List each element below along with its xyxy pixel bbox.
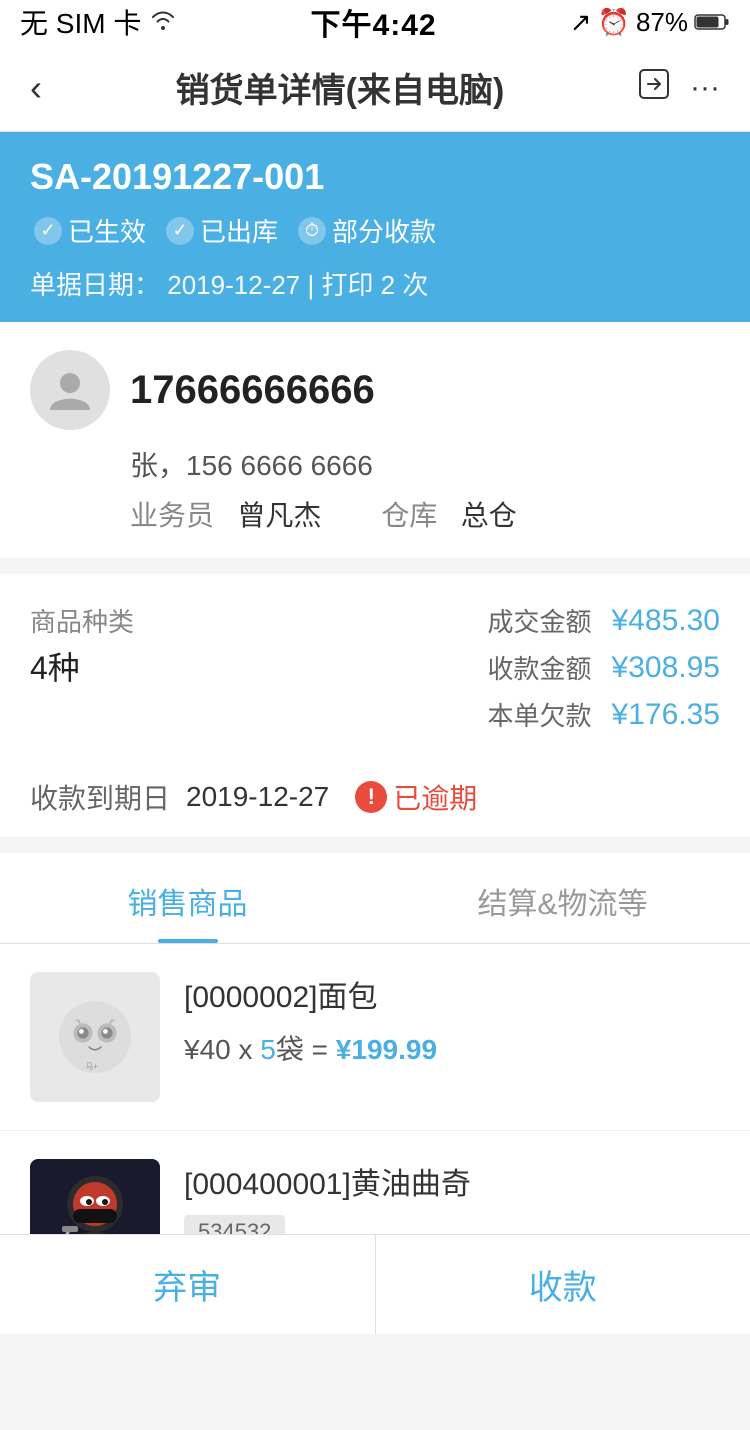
- product-price-1: ¥40 x 5袋 = ¥199.99: [184, 1028, 720, 1068]
- alarm-icon: ⏰: [598, 7, 630, 38]
- eq-1: =: [304, 1034, 336, 1065]
- check-icon-2: ✓: [166, 217, 194, 245]
- date-label: 单据日期：: [30, 270, 160, 300]
- due-date-value: 2019-12-27: [186, 781, 329, 813]
- battery-icon: [694, 7, 730, 38]
- reject-button[interactable]: 弃审: [0, 1235, 376, 1334]
- print-info: | 打印 2 次: [307, 270, 428, 300]
- deal-value: ¥485.30: [612, 604, 720, 638]
- product-item-1: 马+ [0000002]面包 ¥40 x 5袋 = ¥199.99: [0, 944, 750, 1131]
- customer-meta: 业务员 曾凡杰 仓库 总仓: [130, 494, 720, 534]
- salesperson-label: 业务员 曾凡杰: [130, 494, 321, 534]
- category-label: 商品种类: [30, 602, 134, 639]
- svg-text:马+: 马+: [85, 1062, 98, 1071]
- date-value: 2019-12-27: [167, 270, 300, 300]
- more-button[interactable]: ···: [690, 71, 720, 105]
- overdue-icon: !: [355, 781, 387, 813]
- product-info-1: [0000002]面包 ¥40 x 5袋 = ¥199.99: [184, 972, 720, 1102]
- battery-text: 87%: [636, 7, 688, 38]
- customer-phone: 17666666666: [130, 368, 375, 413]
- status-left: 无 SIM 卡: [20, 2, 177, 42]
- badge-shipped: ✓ 已出库: [166, 212, 278, 249]
- customer-contact: 张，156 6666 6666: [130, 444, 720, 484]
- header-date: 单据日期： 2019-12-27 | 打印 2 次: [30, 265, 720, 302]
- stats-section: 商品种类 4种 成交金额 ¥485.30 收款金额 ¥308.95 本单欠款 ¥…: [0, 574, 750, 757]
- tabs-header: 销售商品 结算&物流等: [0, 853, 750, 944]
- received-row: 收款金额 ¥308.95: [462, 649, 720, 686]
- category-value: 4种: [30, 643, 134, 689]
- wifi-icon: [149, 6, 177, 38]
- thumb-placeholder-1: 马+: [30, 972, 160, 1102]
- badge-effective-label: 已生效: [68, 212, 146, 249]
- qty-1: 5: [260, 1034, 276, 1065]
- tab-settlement[interactable]: 结算&物流等: [375, 853, 750, 943]
- badge-partial: ⏱ 部分收款: [298, 212, 436, 249]
- header-banner: SA-20191227-001 ✓ 已生效 ✓ 已出库 ⏱ 部分收款 单据日期：…: [0, 132, 750, 322]
- page-title: 销货单详情(来自电脑): [176, 63, 505, 112]
- badge-partial-label: 部分收款: [332, 212, 436, 249]
- order-id: SA-20191227-001: [30, 156, 720, 198]
- header-badges: ✓ 已生效 ✓ 已出库 ⏱ 部分收款: [34, 212, 720, 249]
- location-icon: ↗: [570, 7, 592, 38]
- deal-row: 成交金额 ¥485.30: [462, 602, 720, 639]
- due-section: 收款到期日 2019-12-27 ! 已逾期: [0, 757, 750, 837]
- receive-payment-button[interactable]: 收款: [376, 1235, 750, 1334]
- due-date-label: 收款到期日: [30, 777, 170, 817]
- status-bar: 无 SIM 卡 下午4:42 ↗ ⏰ 87%: [0, 0, 750, 44]
- check-icon-1: ✓: [34, 217, 62, 245]
- status-time: 下午4:42: [311, 0, 437, 44]
- unit-1: 袋: [276, 1034, 304, 1065]
- received-label: 收款金额: [462, 649, 592, 686]
- nav-bar: ‹ 销货单详情(来自电脑) ···: [0, 44, 750, 132]
- tab-sales-products[interactable]: 销售商品: [0, 853, 375, 943]
- customer-top: 17666666666: [30, 350, 720, 430]
- received-value: ¥308.95: [612, 651, 720, 685]
- share-button[interactable]: [638, 68, 670, 108]
- debt-label: 本单欠款: [462, 696, 592, 733]
- deal-label: 成交金额: [462, 602, 592, 639]
- back-button[interactable]: ‹: [30, 67, 42, 109]
- badge-effective: ✓ 已生效: [34, 212, 146, 249]
- stats-amounts: 成交金额 ¥485.30 收款金额 ¥308.95 本单欠款 ¥176.35: [462, 602, 720, 733]
- customer-section: 17666666666 张，156 6666 6666 业务员 曾凡杰 仓库 总…: [0, 322, 750, 558]
- warehouse-label: 仓库 总仓: [381, 494, 516, 534]
- debt-row: 本单欠款 ¥176.35: [462, 696, 720, 733]
- salesperson-value: 曾凡杰: [237, 500, 321, 531]
- customer-info: 张，156 6666 6666 业务员 曾凡杰 仓库 总仓: [30, 444, 720, 534]
- debt-value: ¥176.35: [612, 698, 720, 732]
- product-name-1: [0000002]面包: [184, 972, 720, 1016]
- total-1: ¥199.99: [336, 1034, 437, 1065]
- stats-category: 商品种类 4种: [30, 602, 134, 689]
- status-right: ↗ ⏰ 87%: [570, 7, 730, 38]
- warehouse-value: 总仓: [461, 500, 517, 531]
- price-text-1: ¥40 x: [184, 1034, 260, 1065]
- overdue-badge: ! 已逾期: [355, 777, 477, 817]
- product-name-2: [000400001]黄油曲奇: [184, 1159, 720, 1203]
- avatar: [30, 350, 110, 430]
- product-thumb-1: 马+: [30, 972, 160, 1102]
- divider-1: [0, 558, 750, 574]
- clock-icon: ⏱: [298, 217, 326, 245]
- badge-shipped-label: 已出库: [200, 212, 278, 249]
- bottom-bar: 弃审 收款: [0, 1234, 750, 1334]
- bottom-space: [0, 1330, 750, 1430]
- overdue-text: 已逾期: [393, 777, 477, 817]
- carrier-text: 无 SIM 卡: [20, 2, 141, 42]
- nav-actions: ···: [638, 68, 720, 108]
